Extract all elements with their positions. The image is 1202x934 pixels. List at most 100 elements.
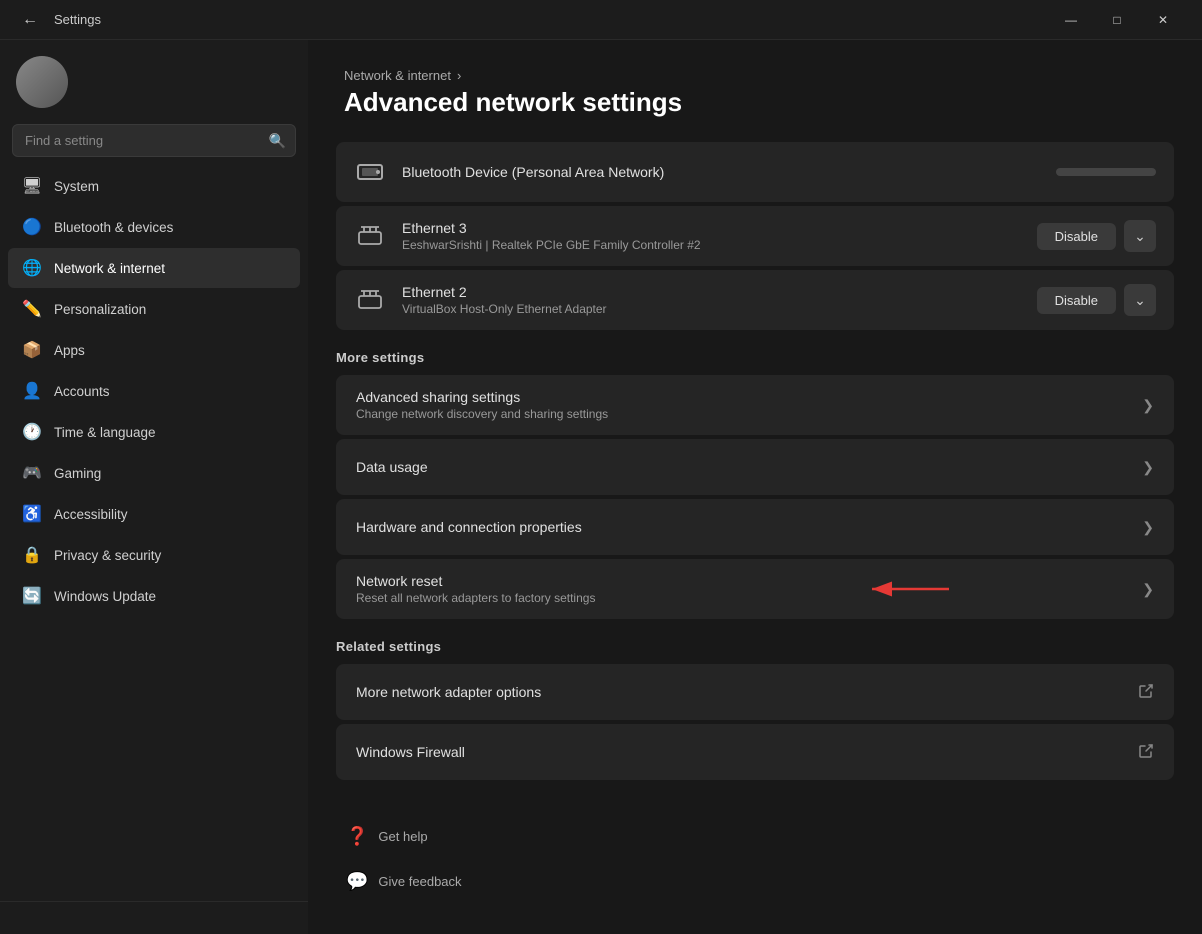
sidebar-item-bluetooth[interactable]: 🔵 Bluetooth & devices — [8, 207, 300, 247]
give-feedback-link[interactable]: 💬 Give feedback — [336, 863, 1174, 900]
settings-row-info-hardware: Hardware and connection properties — [356, 519, 1130, 535]
disable-button-eth3[interactable]: Disable — [1037, 223, 1116, 250]
sidebar-item-windows-update[interactable]: 🔄Windows Update — [8, 576, 300, 616]
chevron-right-icon: ❯ — [1142, 397, 1154, 414]
gaming-icon: 🎮 — [22, 463, 42, 483]
system-icon: 🖥 — [22, 176, 42, 196]
adapter-info-bluetooth: Bluetooth Device (Personal Area Network) — [402, 164, 1040, 180]
sidebar-item-label-time: Time & language — [54, 425, 156, 440]
adapter-name-bluetooth: Bluetooth Device (Personal Area Network) — [402, 164, 1040, 180]
adapter-card-eth2: Ethernet 2 VirtualBox Host-Only Ethernet… — [336, 270, 1174, 330]
back-button[interactable]: ← — [16, 6, 44, 34]
sidebar-item-personalization[interactable]: ✏️ Personalization — [8, 289, 300, 329]
accounts-icon: 👤 — [22, 381, 42, 401]
breadcrumb-parent[interactable]: Network & internet — [344, 68, 451, 83]
settings-row-hardware[interactable]: Hardware and connection properties ❯ — [336, 499, 1174, 555]
settings-row-info-data-usage: Data usage — [356, 459, 1130, 475]
sidebar-item-network[interactable]: 🌐 Network & internet — [8, 248, 300, 288]
sidebar: 🔍 🖥 System 🔵 Bluetooth & devices 🌐 Network & … — [0, 40, 308, 934]
advanced-sharing-sub: Change network discovery and sharing set… — [356, 407, 1130, 421]
network-reset-sub: Reset all network adapters to factory se… — [356, 591, 1130, 605]
avatar — [16, 56, 68, 108]
breadcrumb-separator: › — [457, 68, 461, 83]
give-feedback-icon: 💬 — [346, 871, 368, 892]
sidebar-item-label-bluetooth: Bluetooth & devices — [54, 220, 173, 235]
settings-row-firewall[interactable]: Windows Firewall — [336, 724, 1174, 780]
sidebar-item-time[interactable]: 🕐 Time & language — [8, 412, 300, 452]
main-pane: Network & internet › Advanced network se… — [308, 40, 1202, 934]
sidebar-footer — [0, 901, 308, 918]
more-adapters-title: More network adapter options — [356, 684, 1126, 700]
external-link-icon-adapters — [1138, 683, 1154, 702]
sidebar-item-privacy[interactable]: 🔒 Privacy & security — [8, 535, 300, 575]
page-footer-links: ❓ Get help 💬 Give feedback — [308, 784, 1202, 902]
settings-row-info-network-reset: Network reset Reset all network adapters… — [356, 573, 1130, 605]
adapter-card-eth3: Ethernet 3 EeshwarSrishti | Realtek PCIe… — [336, 206, 1174, 266]
sidebar-item-label-windows-update: Windows Update — [54, 589, 156, 604]
titlebar: ← Settings — □ ✕ — [0, 0, 1202, 40]
data-usage-title: Data usage — [356, 459, 1130, 475]
chevron-right-icon-reset: ❯ — [1142, 581, 1154, 598]
related-settings-header: Related settings — [336, 639, 1174, 654]
sidebar-item-label-gaming: Gaming — [54, 466, 101, 481]
settings-row-info-more-adapters: More network adapter options — [356, 684, 1126, 700]
settings-row-more-adapters[interactable]: More network adapter options — [336, 664, 1174, 720]
adapter-section-eth2: Ethernet 2 VirtualBox Host-Only Ethernet… — [336, 270, 1174, 330]
chevron-right-icon-data: ❯ — [1142, 459, 1154, 476]
chevron-right-icon-hardware: ❯ — [1142, 519, 1154, 536]
sidebar-item-label-system: System — [54, 179, 99, 194]
main-content-area: 🔍 🖥 System 🔵 Bluetooth & devices 🌐 Network & … — [0, 40, 1202, 934]
maximize-button[interactable]: □ — [1094, 0, 1140, 40]
adapter-info-eth2: Ethernet 2 VirtualBox Host-Only Ethernet… — [402, 284, 1021, 316]
sidebar-item-accounts[interactable]: 👤 Accounts — [8, 371, 300, 411]
sidebar-item-system[interactable]: 🖥 System — [8, 166, 300, 206]
hardware-title: Hardware and connection properties — [356, 519, 1130, 535]
settings-row-info-firewall: Windows Firewall — [356, 744, 1126, 760]
disable-button-eth2[interactable]: Disable — [1037, 287, 1116, 314]
personalization-icon: ✏️ — [22, 299, 42, 319]
privacy-icon: 🔒 — [22, 545, 42, 565]
apps-icon: 📦 — [22, 340, 42, 360]
bluetooth-icon: 🔵 — [22, 217, 42, 237]
sidebar-item-apps[interactable]: 📦 Apps — [8, 330, 300, 370]
sidebar-item-label-privacy: Privacy & security — [54, 548, 161, 563]
search-container: 🔍 — [12, 124, 296, 157]
get-help-icon: ❓ — [346, 826, 368, 847]
adapter-info-eth3: Ethernet 3 EeshwarSrishti | Realtek PCIe… — [402, 220, 1021, 252]
accessibility-icon: ♿ — [22, 504, 42, 524]
sidebar-item-label-accounts: Accounts — [54, 384, 110, 399]
get-help-label: Get help — [378, 829, 427, 844]
settings-row-data-usage[interactable]: Data usage ❯ — [336, 439, 1174, 495]
sidebar-item-label-personalization: Personalization — [54, 302, 146, 317]
sidebar-item-label-accessibility: Accessibility — [54, 507, 128, 522]
advanced-sharing-title: Advanced sharing settings — [356, 389, 1130, 405]
sidebar-item-label-apps: Apps — [54, 343, 85, 358]
adapter-name-eth2: Ethernet 2 — [402, 284, 1021, 300]
settings-row-advanced-sharing[interactable]: Advanced sharing settings Change network… — [336, 375, 1174, 435]
network-reset-title: Network reset — [356, 573, 1130, 589]
sidebar-item-accessibility[interactable]: ♿ Accessibility — [8, 494, 300, 534]
settings-window: ← Settings — □ ✕ 🔍 🖥 System 🔵 Bluetooth & d… — [0, 0, 1202, 934]
profile-section — [0, 40, 308, 120]
network-icon: 🌐 — [22, 258, 42, 278]
sidebar-item-gaming[interactable]: 🎮 Gaming — [8, 453, 300, 493]
adapter-sub-eth2: VirtualBox Host-Only Ethernet Adapter — [402, 302, 1021, 316]
search-input[interactable] — [12, 124, 296, 157]
window-controls: — □ ✕ — [1048, 0, 1186, 40]
sidebar-item-label-network: Network & internet — [54, 261, 165, 276]
time-icon: 🕐 — [22, 422, 42, 442]
page-title: Advanced network settings — [344, 87, 1166, 118]
window-title: Settings — [54, 12, 1048, 27]
settings-row-network-reset[interactable]: Network reset Reset all network adapters… — [336, 559, 1174, 619]
adapter-icon-eth2 — [354, 284, 386, 316]
expand-button-eth3[interactable]: ⌄ — [1124, 220, 1156, 252]
close-button[interactable]: ✕ — [1140, 0, 1186, 40]
adapter-icon-eth3 — [354, 220, 386, 252]
more-settings-header: More settings — [336, 350, 1174, 365]
minimize-button[interactable]: — — [1048, 0, 1094, 40]
get-help-link[interactable]: ❓ Get help — [336, 818, 1174, 855]
breadcrumb: Network & internet › — [344, 68, 1166, 83]
adapter-actions-bluetooth — [1056, 168, 1156, 176]
expand-button-eth2[interactable]: ⌄ — [1124, 284, 1156, 316]
firewall-title: Windows Firewall — [356, 744, 1126, 760]
